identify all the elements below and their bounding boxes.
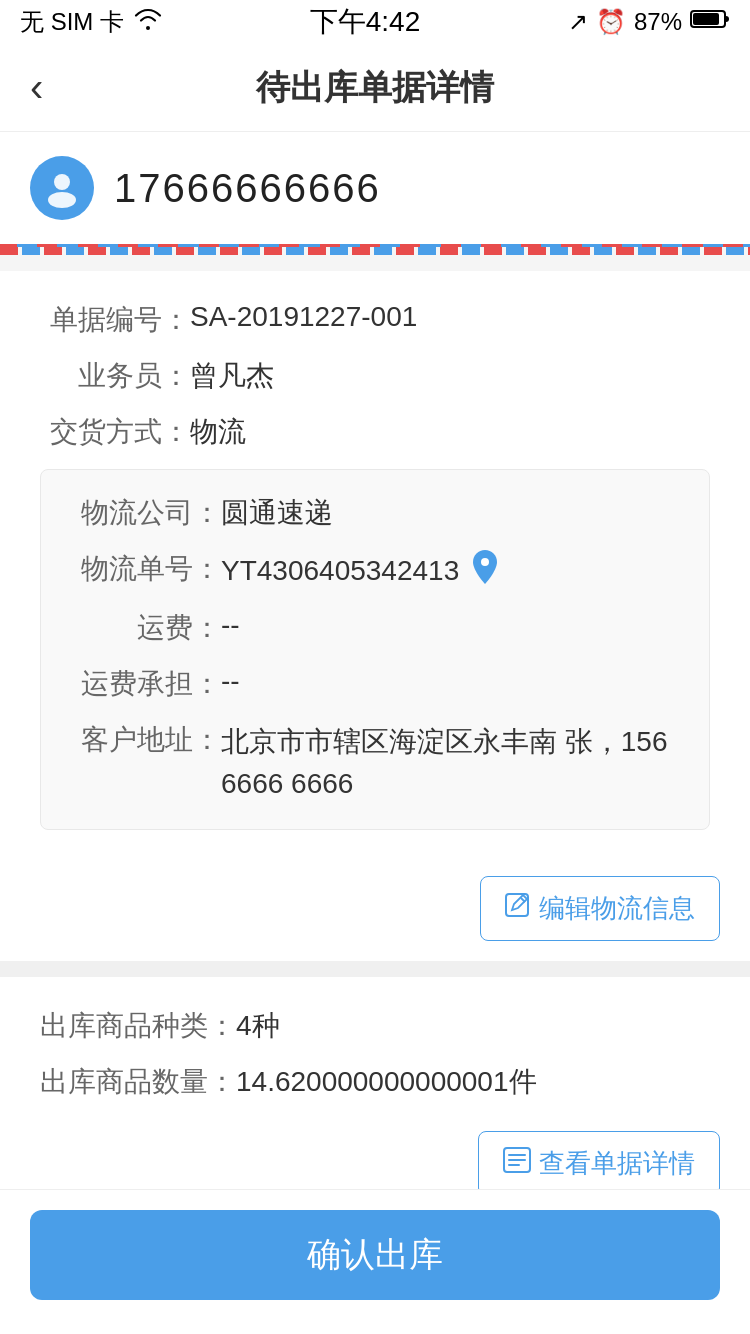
goods-types-row: 出库商品种类： 4种 [40,1007,710,1045]
tracking-row: 物流单号： YT43064053424​13 [71,550,679,591]
map-pin-icon[interactable] [471,550,499,591]
tracking-number: YT43064053424​13 [221,555,459,587]
goods-quantity-row: 出库商品数量： 14.620000000000001件 [40,1063,710,1101]
edit-logistics-button[interactable]: 编辑物流信息 [480,876,720,941]
svg-point-2 [54,174,70,190]
delivery-row: 交货方式： 物流 [40,413,710,451]
goods-types-label: 出库商品种类： [40,1007,236,1045]
status-time: 下午4:42 [310,3,421,41]
page-title: 待出库单据详情 [256,65,494,111]
tracking-value: YT43064053424​13 [221,550,679,591]
order-number-label: 单据编号： [40,301,190,339]
list-icon [503,1147,531,1180]
nav-bar: ‹ 待出库单据详情 [0,44,750,132]
freight-label: 运费： [71,609,221,647]
address-row: 客户地址： 北京市市辖区海淀区永丰南 张，156 6666 6666 [71,721,679,805]
salesman-label: 业务员： [40,357,190,395]
svg-point-3 [48,192,76,208]
view-btn-label: 查看单据详情 [539,1146,695,1181]
address-value: 北京市市辖区海淀区永丰南 张，156 6666 6666 [221,721,679,805]
customer-phone: 17666666666 [114,166,381,211]
confirm-btn-label: 确认出库 [307,1232,443,1278]
tracking-label: 物流单号： [71,550,221,588]
dashed-divider [0,247,750,255]
logistics-company-value: 圆通速递 [221,494,679,532]
goods-section: 出库商品种类： 4种 出库商品数量： 14.620000000000001件 [0,977,750,1131]
alarm-icon: ⏰ [596,8,626,36]
edit-btn-label: 编辑物流信息 [539,891,695,926]
carrier-text: 无 SIM 卡 [20,6,124,38]
address-label: 客户地址： [71,721,221,759]
edit-btn-row: 编辑物流信息 [0,876,750,961]
salesman-row: 业务员： 曾凡杰 [40,357,710,395]
logistics-company-row: 物流公司： 圆通速递 [71,494,679,532]
freight-row: 运费： -- [71,609,679,647]
battery-icon [690,8,730,36]
delivery-value: 物流 [190,413,710,451]
order-info-section: 单据编号： SA-20191227-001 业务员： 曾凡杰 交货方式： 物流 … [0,271,750,876]
back-button[interactable]: ‹ [30,65,43,110]
freight-bear-value: -- [221,665,679,697]
salesman-value: 曾凡杰 [190,357,710,395]
location-icon: ↗ [568,8,588,36]
section-separator [0,961,750,977]
confirm-outbound-button[interactable]: 确认出库 [30,1210,720,1300]
customer-avatar [30,156,94,220]
order-number-value: SA-20191227-001 [190,301,710,333]
logistics-box: 物流公司： 圆通速递 物流单号： YT43064053424​13 运费： [40,469,710,830]
freight-bear-label: 运费承担： [71,665,221,703]
delivery-label: 交货方式： [40,413,190,451]
confirm-btn-wrapper: 确认出库 [0,1189,750,1334]
customer-header: 17666666666 [0,132,750,247]
status-right: ↗ ⏰ 87% [568,8,730,36]
wifi-icon [134,8,162,36]
svg-rect-1 [693,13,719,25]
logistics-company-label: 物流公司： [71,494,221,532]
goods-types-value: 4种 [236,1007,710,1045]
view-detail-button[interactable]: 查看单据详情 [478,1131,720,1196]
battery-text: 87% [634,8,682,36]
status-bar: 无 SIM 卡 下午4:42 ↗ ⏰ 87% [0,0,750,44]
status-left: 无 SIM 卡 [20,6,162,38]
svg-point-4 [481,558,489,566]
order-number-row: 单据编号： SA-20191227-001 [40,301,710,339]
goods-quantity-value: 14.620000000000001件 [236,1063,710,1101]
freight-value: -- [221,609,679,641]
goods-quantity-label: 出库商品数量： [40,1063,236,1101]
edit-icon [505,893,531,925]
main-content: 17666666666 单据编号： SA-20191227-001 业务员： 曾… [0,132,750,1334]
freight-bear-row: 运费承担： -- [71,665,679,703]
